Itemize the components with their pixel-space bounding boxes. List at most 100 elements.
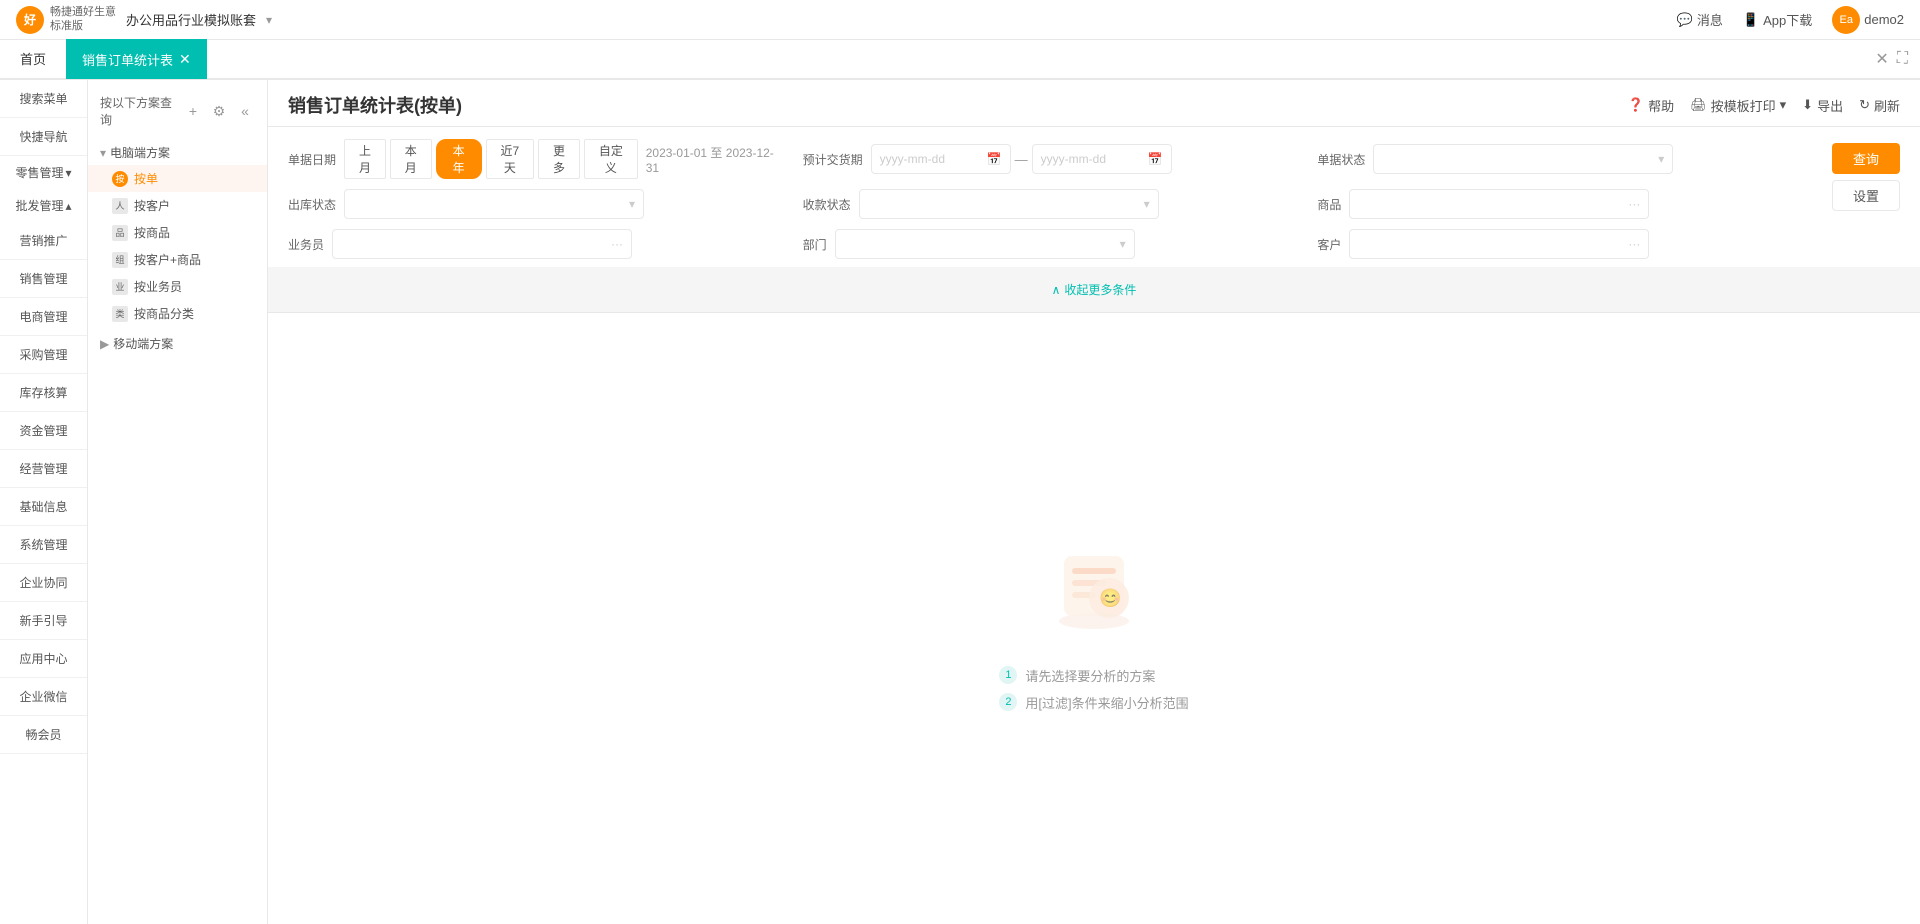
export-icon: ⬇: [1802, 97, 1813, 113]
department-label: 部门: [803, 236, 827, 253]
calendar-icon: 📅: [987, 152, 1002, 166]
sidebar-item-enterprise-wechat[interactable]: 企业微信: [0, 678, 87, 716]
sidebar-item-finance-mgmt[interactable]: 资金管理: [0, 412, 87, 450]
custom-btn[interactable]: 自定义: [584, 139, 638, 179]
tab-home[interactable]: 首页: [0, 39, 66, 79]
sidebar-item-operations-mgmt[interactable]: 经营管理: [0, 450, 87, 488]
customer-select[interactable]: ···: [1349, 229, 1649, 259]
sidebar-item-marketing[interactable]: 营销推广: [0, 222, 87, 260]
payment-status-select[interactable]: ▾: [859, 189, 1159, 219]
sidebar-item-purchase-mgmt[interactable]: 采购管理: [0, 336, 87, 374]
settings-button[interactable]: 设置: [1832, 180, 1900, 211]
chevron-right-icon: ▶: [100, 337, 109, 351]
product-group: 商品 ···: [1317, 189, 1816, 219]
tip-number-2: 2: [999, 693, 1017, 711]
delivery-date-inputs: yyyy-mm-dd 📅 — yyyy-mm-dd 📅: [871, 144, 1172, 174]
sidebar-item-inventory[interactable]: 库存核算: [0, 374, 87, 412]
maximize-window-icon[interactable]: ⛶: [1897, 50, 1908, 68]
sidebar-item-app-center[interactable]: 应用中心: [0, 640, 87, 678]
tip-number-1: 1: [999, 666, 1017, 684]
date-filter-group: 单据日期 上月 本月 本年 近7天 更多 自定义 2023-01-01 至 20…: [288, 139, 787, 179]
active-scheme-icon: 按: [112, 171, 128, 187]
pc-scheme-section: ▾ 电脑端方案 按 按单 人 按客户 品 按商品 组 按客户+商品: [88, 138, 267, 329]
mobile-scheme-header[interactable]: ▶ 移动端方案: [88, 331, 267, 356]
last7days-btn[interactable]: 近7天: [486, 139, 534, 179]
collapse-filters-button[interactable]: ∧ 收起更多条件: [268, 273, 1920, 306]
more-options-icon: ···: [611, 237, 623, 251]
filter-area: 单据日期 上月 本月 本年 近7天 更多 自定义 2023-01-01 至 20…: [268, 127, 1920, 313]
scheme-by-order[interactable]: 按 按单: [88, 165, 267, 192]
order-status-select[interactable]: ▾: [1373, 144, 1673, 174]
dropdown-icon: ▾: [629, 197, 635, 211]
app-icon: 📱: [1743, 12, 1759, 28]
pc-scheme-header[interactable]: ▾ 电脑端方案: [88, 140, 267, 165]
logo-text: 畅捷通好生意 标准版: [50, 6, 116, 32]
sidebar-item-basic-info[interactable]: 基础信息: [0, 488, 87, 526]
department-select[interactable]: ▾: [835, 229, 1135, 259]
this-year-btn[interactable]: 本年: [436, 139, 482, 179]
chevron-down-icon: ▾: [65, 166, 71, 180]
message-button[interactable]: 💬 消息: [1677, 10, 1723, 29]
more-btn[interactable]: 更多: [538, 139, 580, 179]
left-panel-header: 按以下方案查询 + ⚙ «: [88, 90, 267, 132]
shipping-status-label: 出库状态: [288, 196, 336, 213]
topbar-right: 💬 消息 📱 App下载 Ea demo2: [1677, 6, 1904, 34]
add-scheme-button[interactable]: +: [183, 101, 203, 121]
product-select[interactable]: ···: [1349, 189, 1649, 219]
prev-month-btn[interactable]: 上月: [344, 139, 386, 179]
main-layout: 搜索菜单 快捷导航 零售管理 ▾ 批发管理 ▴ 营销推广 销售管理 电商管理 采…: [0, 80, 1920, 924]
tab-sales-order-stats[interactable]: 销售订单统计表 ✕: [66, 39, 207, 79]
scheme-by-customer[interactable]: 人 按客户: [88, 192, 267, 219]
filter-row-2: 出库状态 ▾ 收款状态 ▾: [288, 189, 1816, 219]
left-panel-title: 按以下方案查询: [100, 94, 183, 128]
topbar-dropdown[interactable]: ▾: [266, 13, 272, 27]
order-status-group: 单据状态 ▾: [1317, 144, 1816, 174]
page-header: 销售订单统计表(按单) ❓ 帮助 🖨 按模板打印 ▾ ⬇ 导出: [268, 80, 1920, 127]
topbar-left: 好 畅捷通好生意 标准版 办公用品行业模拟账套 ▾: [16, 6, 272, 34]
help-button[interactable]: ❓ 帮助: [1628, 96, 1674, 115]
empty-illustration: 😊: [1034, 526, 1154, 646]
sidebar-item-retail-mgmt[interactable]: 零售管理 ▾: [0, 156, 87, 189]
export-button[interactable]: ⬇ 导出: [1802, 96, 1843, 115]
chevron-up-icon: ▴: [65, 199, 71, 213]
sidebar-item-vip-member[interactable]: 畅会员: [0, 716, 87, 754]
dropdown-icon: ▾: [1144, 197, 1150, 211]
sidebar-item-search-menu[interactable]: 搜索菜单: [0, 80, 87, 118]
scheme-by-category[interactable]: 类 按商品分类: [88, 300, 267, 327]
empty-tip-1: 1 请先选择要分析的方案: [999, 666, 1188, 685]
close-window-icon[interactable]: ✕: [1875, 49, 1888, 69]
scheme-icon: 组: [112, 252, 128, 268]
shipping-status-select[interactable]: ▾: [344, 189, 644, 219]
page-actions: ❓ 帮助 🖨 按模板打印 ▾ ⬇ 导出 ↻ 刷新: [1628, 96, 1900, 115]
this-month-btn[interactable]: 本月: [390, 139, 432, 179]
refresh-button[interactable]: ↻ 刷新: [1859, 96, 1900, 115]
salesperson-select[interactable]: ···: [332, 229, 632, 259]
delivery-date-start[interactable]: yyyy-mm-dd 📅: [871, 144, 1011, 174]
scheme-by-customer-product[interactable]: 组 按客户+商品: [88, 246, 267, 273]
tabbar: 首页 销售订单统计表 ✕ ✕ ⛶: [0, 40, 1920, 80]
left-panel-actions: + ⚙ «: [183, 101, 255, 121]
sidebar-item-sales-mgmt[interactable]: 销售管理: [0, 260, 87, 298]
scheme-by-salesperson[interactable]: 业 按业务员: [88, 273, 267, 300]
sidebar-item-ecommerce-mgmt[interactable]: 电商管理: [0, 298, 87, 336]
print-icon: 🖨: [1690, 97, 1707, 113]
sidebar-item-new-guide[interactable]: 新手引导: [0, 602, 87, 640]
edit-scheme-button[interactable]: ⚙: [209, 101, 229, 121]
sidebar-item-enterprise-collab[interactable]: 企业协同: [0, 564, 87, 602]
user-menu[interactable]: Ea demo2: [1832, 6, 1904, 34]
app-download-button[interactable]: 📱 App下载: [1743, 10, 1812, 29]
scheme-by-product[interactable]: 品 按商品: [88, 219, 267, 246]
sidebar-item-wholesale-mgmt[interactable]: 批发管理 ▴: [0, 189, 87, 222]
filter-row-3: 业务员 ··· 部门 ▾: [288, 229, 1816, 259]
collapse-panel-button[interactable]: «: [235, 101, 255, 121]
tab-close-icon[interactable]: ✕: [179, 51, 191, 68]
delivery-date-end[interactable]: yyyy-mm-dd 📅: [1032, 144, 1172, 174]
customer-group: 客户 ···: [1317, 229, 1816, 259]
sidebar-item-system-mgmt[interactable]: 系统管理: [0, 526, 87, 564]
query-button[interactable]: 查询: [1832, 143, 1900, 174]
left-panel: 按以下方案查询 + ⚙ « ▾ 电脑端方案 按 按单 人: [88, 80, 268, 924]
template-print-button[interactable]: 🖨 按模板打印 ▾: [1690, 96, 1786, 115]
page-title: 销售订单统计表(按单): [288, 92, 462, 118]
shipping-status-group: 出库状态 ▾: [288, 189, 787, 219]
sidebar-item-quick-nav[interactable]: 快捷导航: [0, 118, 87, 156]
